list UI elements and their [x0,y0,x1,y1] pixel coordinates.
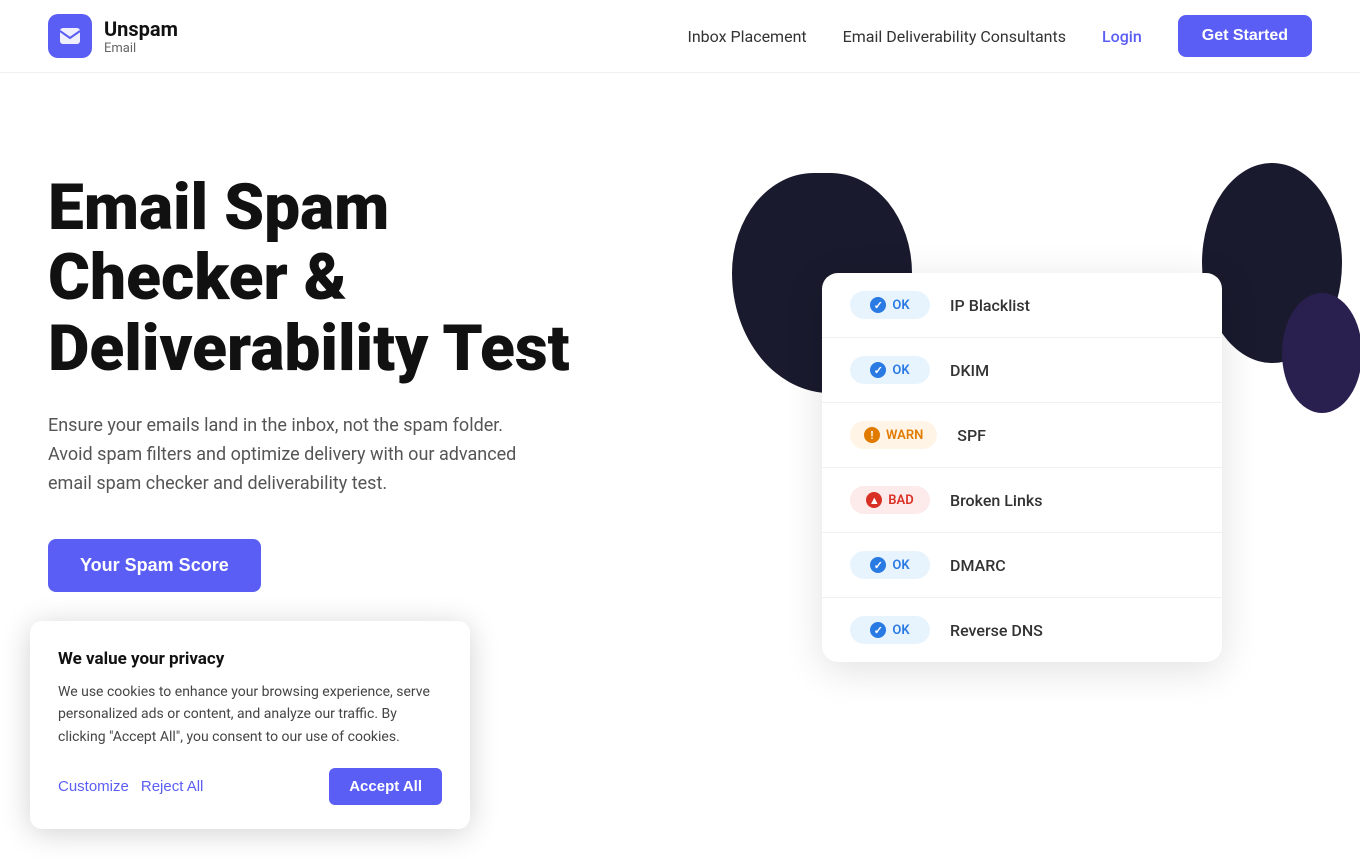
main-nav: Inbox Placement Email Deliverability Con… [687,15,1312,57]
cookie-banner: We value your privacy We use cookies to … [30,621,470,829]
nav-inbox-placement[interactable]: Inbox Placement [687,27,806,46]
status-badge: ! WARN [850,421,937,449]
cookie-title: We value your privacy [58,649,442,669]
hero-illustration: ✓ OK IP Blacklist ✓ OK DKIM ! WARN SPF ▲… [792,153,1312,753]
cookie-text: We use cookies to enhance your browsing … [58,681,442,748]
reject-all-button[interactable]: Reject All [141,774,204,799]
get-started-button[interactable]: Get Started [1178,15,1312,57]
check-label: SPF [957,426,986,445]
badge-icon: ! [864,427,880,443]
badge-icon: ▲ [866,492,882,508]
decorative-shape-right-bottom [1282,293,1360,413]
hero-left: Email Spam Checker & Deliverability Test… [48,153,608,592]
card-row: ✓ OK IP Blacklist [822,273,1222,338]
logo-text: Unspam Email [104,17,178,56]
badge-label: OK [892,298,909,313]
brand-sub: Email [104,41,178,56]
status-badge: ▲ BAD [850,486,930,514]
badge-label: OK [892,558,909,573]
badge-label: WARN [886,428,923,443]
badge-label: BAD [888,493,913,508]
status-badge: ✓ OK [850,356,930,384]
check-label: Reverse DNS [950,621,1043,640]
cookie-buttons: Customize Reject All Accept All [58,768,442,805]
hero-subtitle: Ensure your emails land in the inbox, no… [48,412,548,498]
deliverability-card: ✓ OK IP Blacklist ✓ OK DKIM ! WARN SPF ▲… [822,273,1222,662]
check-label: DMARC [950,556,1006,575]
customize-button[interactable]: Customize [58,774,129,799]
card-row: ✓ OK Reverse DNS [822,598,1222,662]
nav-login[interactable]: Login [1102,27,1142,46]
status-badge: ✓ OK [850,616,930,644]
badge-label: OK [892,363,909,378]
card-row: ! WARN SPF [822,403,1222,468]
status-badge: ✓ OK [850,291,930,319]
badge-icon: ✓ [870,297,886,313]
logo-area: Unspam Email [48,14,178,58]
status-badge: ✓ OK [850,551,930,579]
spam-score-button[interactable]: Your Spam Score [48,539,261,592]
badge-icon: ✓ [870,622,886,638]
header: Unspam Email Inbox Placement Email Deliv… [0,0,1360,73]
nav-consultants[interactable]: Email Deliverability Consultants [843,27,1066,46]
brand-name: Unspam [104,17,178,41]
card-row: ✓ OK DMARC [822,533,1222,598]
check-label: DKIM [950,361,989,380]
card-row: ✓ OK DKIM [822,338,1222,403]
card-row: ▲ BAD Broken Links [822,468,1222,533]
badge-icon: ✓ [870,362,886,378]
check-label: IP Blacklist [950,296,1030,315]
hero-title: Email Spam Checker & Deliverability Test [48,173,608,384]
check-label: Broken Links [950,491,1042,510]
badge-icon: ✓ [870,557,886,573]
logo-icon [48,14,92,58]
accept-all-button[interactable]: Accept All [329,768,442,805]
badge-label: OK [892,623,909,638]
